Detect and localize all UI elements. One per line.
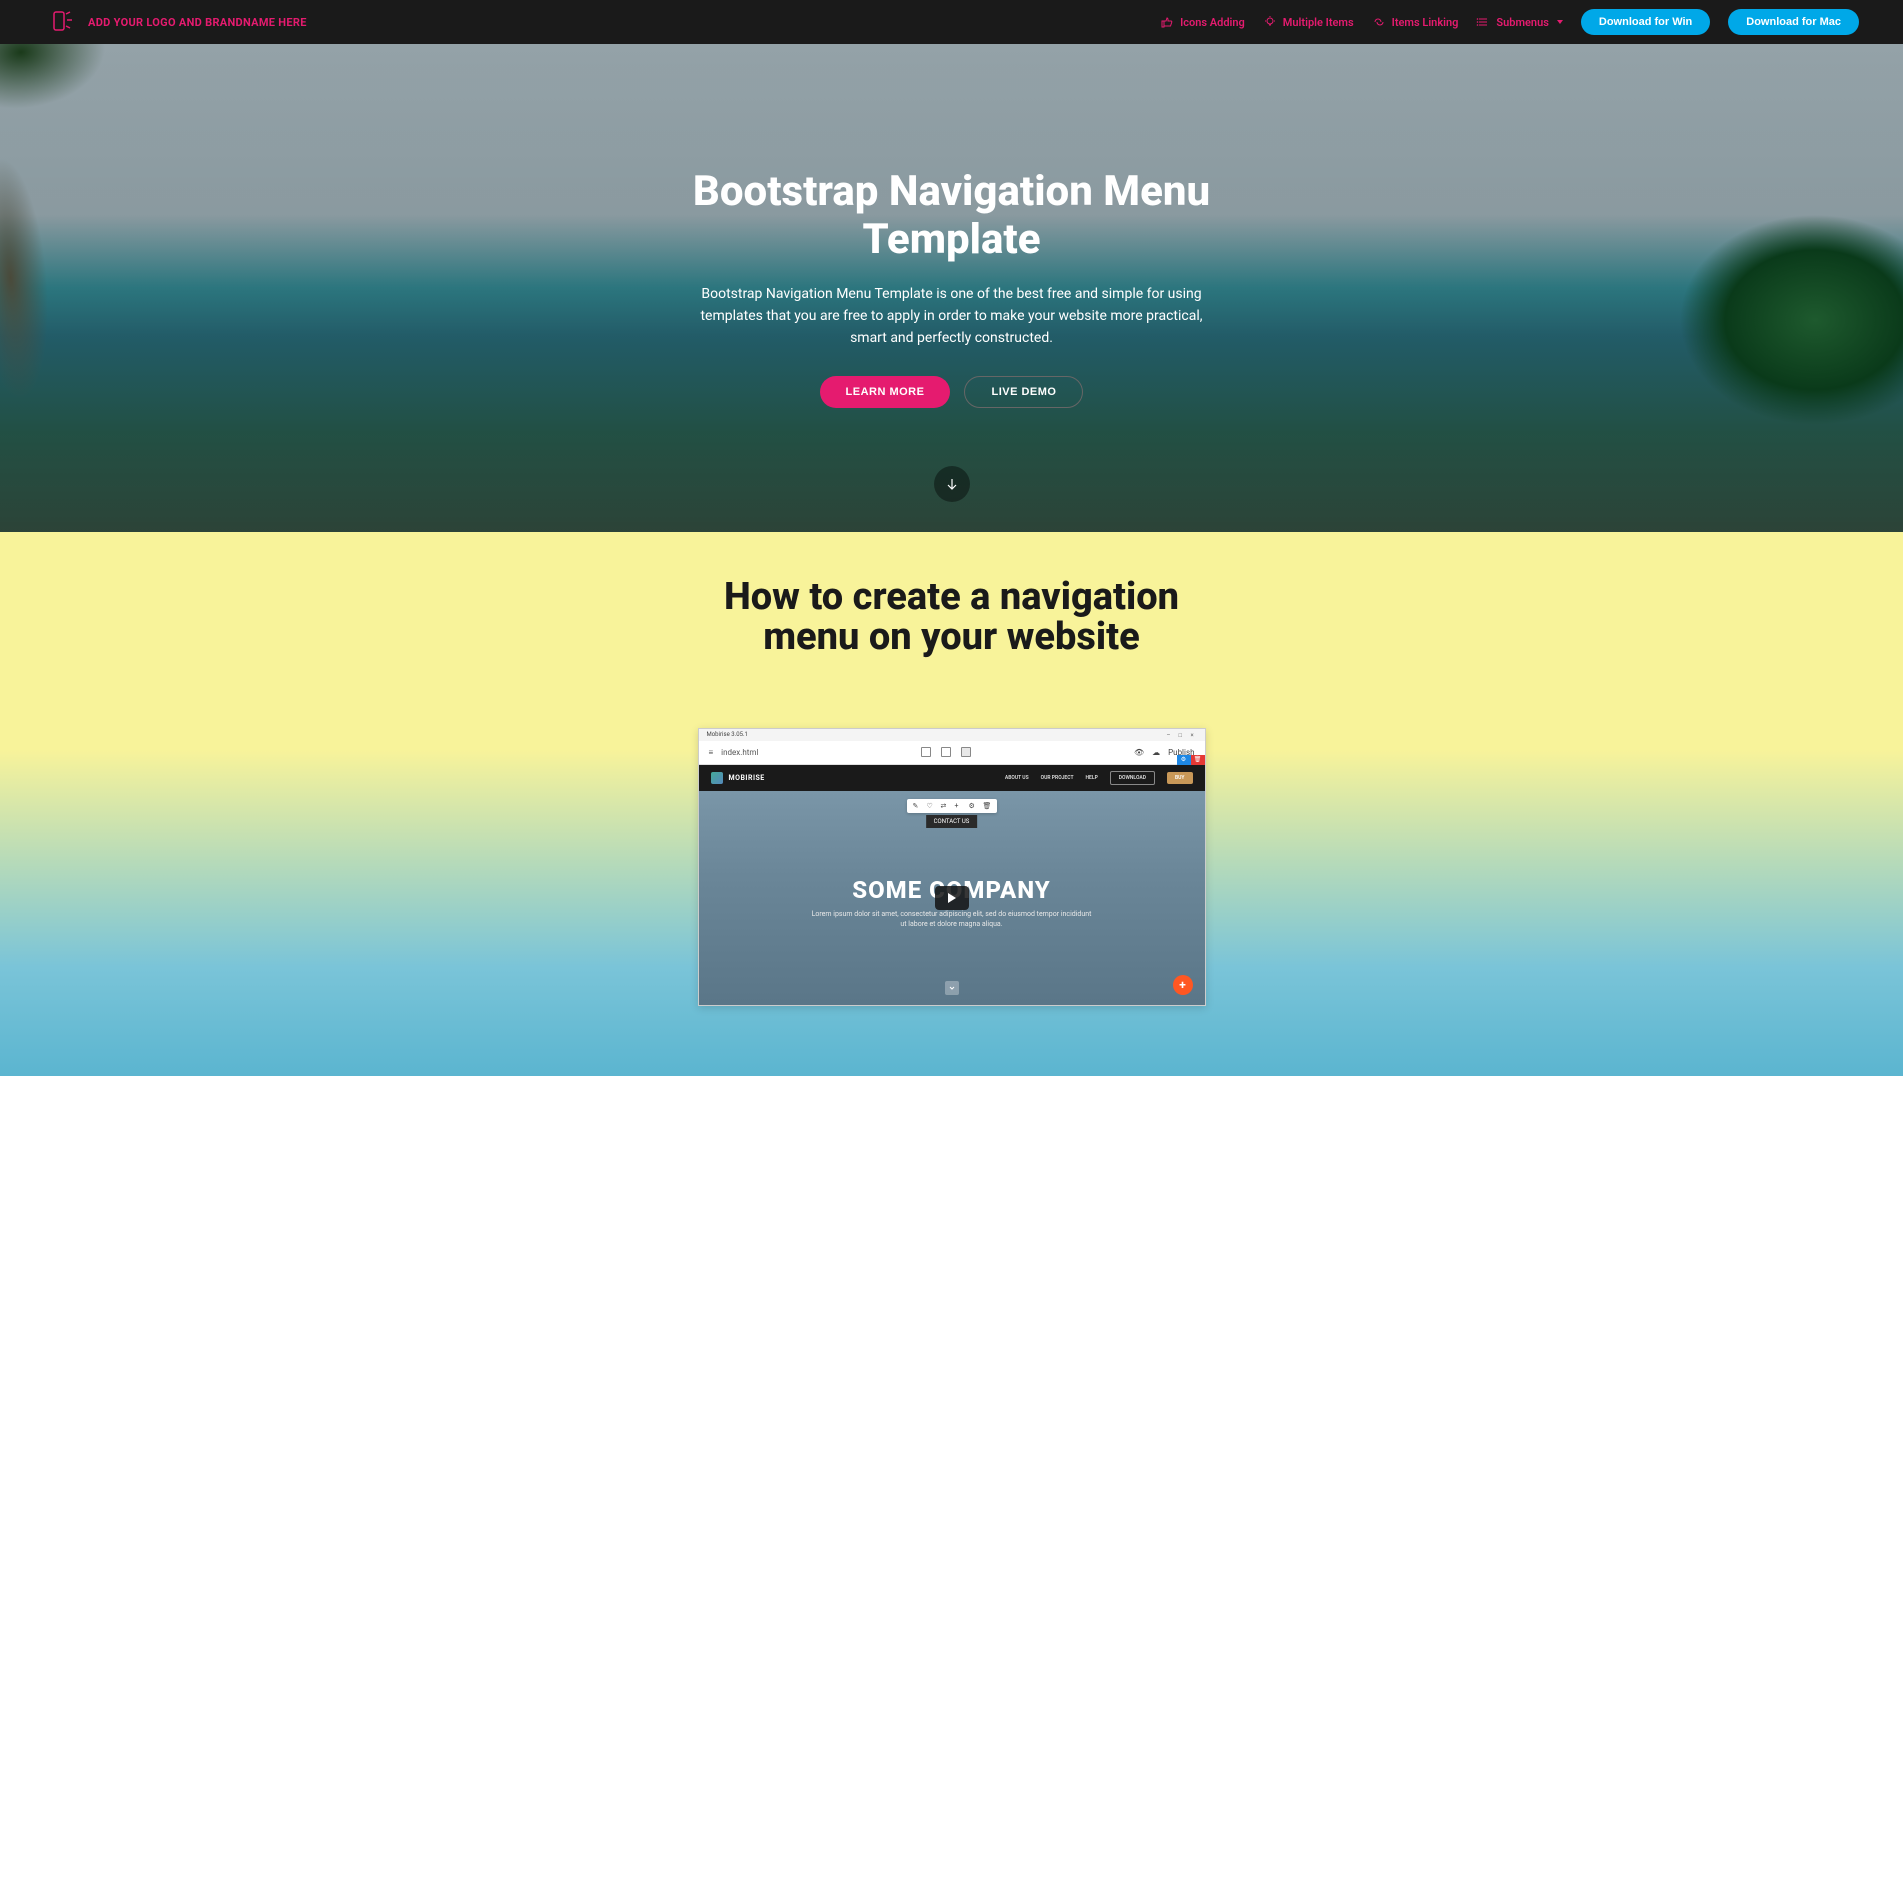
link-icon — [1372, 15, 1386, 29]
nav-label: Icons Adding — [1180, 16, 1245, 29]
palm-decoration-left — [0, 44, 404, 532]
nav-download: DOWNLOAD — [1110, 771, 1155, 785]
video-site-header: ⚙ 🗑 MOBIRISE ABOUT US OUR PROJECT HELP D… — [699, 765, 1205, 791]
tablet-icon — [941, 747, 951, 757]
nav-project: OUR PROJECT — [1041, 775, 1074, 781]
arrow-down-icon — [944, 476, 960, 492]
video-app-toolbar: ≡ index.html 👁 ☁ Publish — [699, 741, 1205, 765]
learn-more-button[interactable]: LEARN MORE — [820, 376, 951, 408]
nav-item-items-linking[interactable]: Items Linking — [1372, 15, 1459, 29]
nav-item-submenus[interactable]: Submenus — [1476, 15, 1562, 29]
tool-icon: ♡ — [927, 802, 935, 810]
video-app-title: Mobirise 3.05.1 — [707, 731, 748, 738]
tool-icon: ✎ — [913, 802, 921, 810]
video-site-brand: MOBIRISE — [729, 774, 765, 782]
tool-icon: ⇄ — [941, 802, 949, 810]
hamburger-icon: ≡ — [709, 748, 714, 757]
download-win-button[interactable]: Download for Win — [1581, 9, 1710, 35]
video-filename: index.html — [721, 748, 758, 757]
mobirise-logo-icon — [711, 772, 723, 784]
close-icon: × — [1191, 732, 1197, 738]
nav-label: Multiple Items — [1283, 16, 1354, 29]
list-icon — [1476, 15, 1490, 29]
nav-item-multiple-items[interactable]: Multiple Items — [1263, 15, 1354, 29]
howto-section: How to create a navigation menu on your … — [0, 532, 1903, 1076]
chevron-down-icon — [1557, 20, 1563, 24]
download-mac-button[interactable]: Download for Mac — [1728, 9, 1859, 35]
nav-label: Items Linking — [1392, 16, 1459, 29]
tool-icon: + — [955, 802, 963, 810]
scroll-indicator-icon — [945, 981, 959, 995]
editor-corner-badges: ⚙ 🗑 — [1177, 755, 1205, 765]
nav-buy: BUY — [1167, 772, 1193, 784]
nav-item-icons-adding[interactable]: Icons Adding — [1160, 15, 1245, 29]
cloud-upload-icon: ☁ — [1152, 748, 1160, 757]
nav-label: Submenus — [1496, 16, 1548, 29]
video-site-nav: ABOUT US OUR PROJECT HELP DOWNLOAD BUY — [1005, 771, 1193, 785]
scroll-down-button[interactable] — [934, 466, 970, 502]
gear-badge-icon: ⚙ — [1177, 755, 1191, 765]
hero-section: Bootstrap Navigation Menu Template Boots… — [0, 44, 1903, 532]
live-demo-button[interactable]: LIVE DEMO — [964, 376, 1083, 408]
video-window-titlebar: Mobirise 3.05.1 – □ × — [699, 729, 1205, 741]
navbar-right: Icons Adding Multiple Items Items Linkin… — [1160, 9, 1859, 35]
thumbs-up-icon — [1160, 15, 1174, 29]
phone-logo-icon[interactable] — [44, 6, 76, 38]
add-block-fab: + — [1173, 975, 1193, 995]
video-company-desc: Lorem ipsum dolor sit amet, consectetur … — [812, 910, 1092, 930]
tool-icon: 🗑 — [983, 802, 991, 810]
eye-icon: 👁 — [1134, 748, 1144, 757]
howto-title: How to create a navigation menu on your … — [712, 578, 1192, 658]
brandname-text[interactable]: ADD YOUR LOGO AND BRANDNAME HERE — [88, 16, 307, 29]
palm-decoration-right — [1563, 152, 1903, 532]
lightbulb-icon — [1263, 15, 1277, 29]
floating-edit-toolbar: ✎ ♡ ⇄ + ⚙ 🗑 — [907, 799, 997, 813]
hero-description: Bootstrap Navigation Menu Template is on… — [692, 283, 1212, 350]
navbar-left: ADD YOUR LOGO AND BRANDNAME HERE — [44, 6, 307, 38]
device-preview-switcher — [921, 747, 971, 757]
nav-help: HELP — [1086, 775, 1098, 781]
hero-title: Bootstrap Navigation Menu Template — [672, 168, 1232, 265]
video-thumbnail[interactable]: Mobirise 3.05.1 – □ × ≡ index.html 👁 ☁ P… — [698, 728, 1206, 1006]
maximize-icon: □ — [1179, 732, 1185, 738]
mobile-icon — [921, 747, 931, 757]
contact-us-label: CONTACT US — [926, 815, 978, 828]
play-button[interactable] — [935, 886, 969, 910]
main-navbar: ADD YOUR LOGO AND BRANDNAME HERE Icons A… — [0, 0, 1903, 44]
tool-icon: ⚙ — [969, 802, 977, 810]
minimize-icon: – — [1167, 732, 1173, 738]
hero-buttons: LEARN MORE LIVE DEMO — [820, 376, 1084, 408]
delete-badge-icon: 🗑 — [1191, 755, 1205, 765]
video-site-body: ✎ ♡ ⇄ + ⚙ 🗑 CONTACT US SOME COMPANY Lore… — [699, 791, 1205, 1005]
play-icon — [948, 893, 956, 903]
desktop-icon — [961, 747, 971, 757]
nav-about: ABOUT US — [1005, 775, 1029, 781]
window-controls: – □ × — [1167, 732, 1197, 738]
